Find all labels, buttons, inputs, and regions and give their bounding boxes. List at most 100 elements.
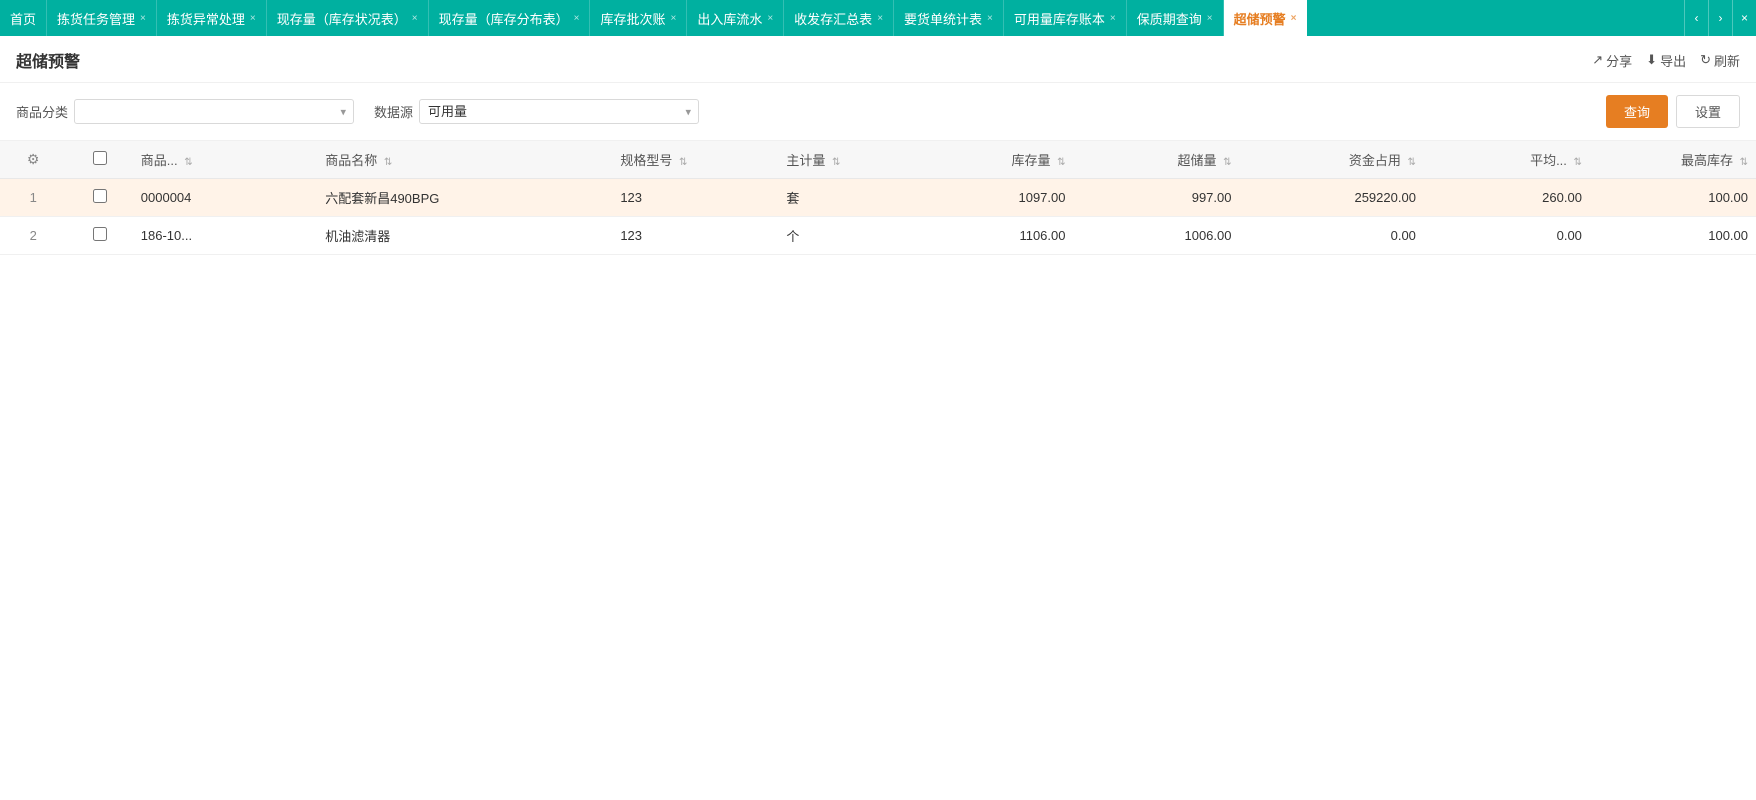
col-header-spec[interactable]: 规格型号 ⇅	[612, 141, 778, 179]
tab-req-stat[interactable]: 要货单统计表 ×	[894, 0, 1004, 36]
top-nav: 首页 拣货任务管理 × 拣货异常处理 × 现存量（库存状况表） × 现存量（库存…	[0, 0, 1756, 36]
table-row: 1 0000004 六配套新昌490BPG 123 套 1097.00 997.…	[0, 179, 1756, 217]
sort-icon: ⇅	[1223, 157, 1231, 168]
col-header-over[interactable]: 超储量 ⇅	[1073, 141, 1239, 179]
col-header-unit[interactable]: 主计量 ⇅	[778, 141, 907, 179]
row-capital: 0.00	[1239, 217, 1423, 255]
data-table: ⚙ 商品... ⇅ 商品名称 ⇅ 规格型号 ⇅	[0, 141, 1756, 255]
row-stock: 1106.00	[907, 217, 1073, 255]
row-avg: 0.00	[1424, 217, 1590, 255]
filter-category: 商品分类 ▾	[16, 99, 354, 124]
page-content: 超储预警 ↗ 分享 ⬇ 导出 ↻ 刷新 商品分类 ▾	[0, 36, 1756, 800]
tab-stock-dist[interactable]: 现存量（库存分布表） ×	[429, 0, 591, 36]
tab-task-mgmt[interactable]: 拣货任务管理 ×	[47, 0, 157, 36]
nav-next-button[interactable]: ›	[1708, 0, 1732, 36]
table-wrapper: ⚙ 商品... ⇅ 商品名称 ⇅ 规格型号 ⇅	[0, 141, 1756, 255]
row-index: 1	[0, 179, 66, 217]
row-over: 997.00	[1073, 179, 1239, 217]
datasource-select[interactable]: 可用量 库存量	[419, 99, 699, 124]
sort-icon: ⇅	[1408, 157, 1416, 168]
gear-icon: ⚙	[27, 151, 40, 167]
sort-icon: ⇅	[679, 157, 687, 168]
row-maxstock: 100.00	[1590, 179, 1756, 217]
row-checkbox[interactable]	[93, 189, 107, 203]
close-icon[interactable]: ×	[412, 13, 418, 24]
filter-datasource: 数据源 可用量 库存量 ▾	[374, 99, 699, 124]
tab-home[interactable]: 首页	[0, 0, 47, 36]
row-name: 六配套新昌490BPG	[317, 179, 612, 217]
close-icon[interactable]: ×	[767, 13, 773, 24]
tab-abnormal[interactable]: 拣货异常处理 ×	[157, 0, 267, 36]
select-all-checkbox[interactable]	[93, 151, 107, 165]
col-header-gear[interactable]: ⚙	[0, 141, 66, 179]
tab-stock-status[interactable]: 现存量（库存状况表） ×	[267, 0, 429, 36]
datasource-label: 数据源	[374, 102, 413, 121]
sort-icon: ⇅	[832, 157, 840, 168]
col-header-name[interactable]: 商品名称 ⇅	[317, 141, 612, 179]
sort-icon: ⇅	[384, 157, 392, 168]
col-header-avg[interactable]: 平均... ⇅	[1424, 141, 1590, 179]
nav-close-button[interactable]: ×	[1732, 0, 1756, 36]
tab-quality[interactable]: 保质期查询 ×	[1127, 0, 1224, 36]
category-select-wrapper: ▾	[74, 99, 354, 124]
close-icon[interactable]: ×	[670, 13, 676, 24]
row-spec: 123	[612, 217, 778, 255]
row-spec: 123	[612, 179, 778, 217]
category-label: 商品分类	[16, 102, 68, 121]
header-actions: ↗ 分享 ⬇ 导出 ↻ 刷新	[1592, 51, 1740, 70]
nav-prev-button[interactable]: ‹	[1684, 0, 1708, 36]
row-maxstock: 100.00	[1590, 217, 1756, 255]
query-button[interactable]: 查询	[1606, 95, 1668, 128]
tab-batch[interactable]: 库存批次账 ×	[590, 0, 687, 36]
close-icon[interactable]: ×	[140, 13, 146, 24]
refresh-action[interactable]: ↻ 刷新	[1700, 51, 1740, 70]
row-code: 0000004	[133, 179, 317, 217]
row-index: 2	[0, 217, 66, 255]
export-action[interactable]: ⬇ 导出	[1646, 51, 1686, 70]
close-icon[interactable]: ×	[877, 13, 883, 24]
row-checkbox[interactable]	[93, 227, 107, 241]
table-row: 2 186-10... 机油滤清器 123 个 1106.00 1006.00 …	[0, 217, 1756, 255]
table-header-row: ⚙ 商品... ⇅ 商品名称 ⇅ 规格型号 ⇅	[0, 141, 1756, 179]
refresh-icon: ↻	[1700, 52, 1711, 68]
close-icon[interactable]: ×	[1207, 13, 1213, 24]
row-code: 186-10...	[133, 217, 317, 255]
close-icon[interactable]: ×	[1110, 13, 1116, 24]
row-unit: 套	[778, 179, 907, 217]
filter-actions: 查询 设置	[1606, 95, 1740, 128]
page-title: 超储预警	[16, 48, 80, 72]
row-checkbox-cell[interactable]	[66, 217, 132, 255]
close-icon[interactable]: ×	[1291, 13, 1297, 24]
datasource-select-wrapper: 可用量 库存量 ▾	[419, 99, 699, 124]
sort-icon: ⇅	[1057, 157, 1065, 168]
row-name: 机油滤清器	[317, 217, 612, 255]
export-icon: ⬇	[1646, 52, 1657, 68]
row-stock: 1097.00	[907, 179, 1073, 217]
filter-area: 商品分类 ▾ 数据源 可用量 库存量 ▾ 查询 设置	[0, 83, 1756, 141]
tab-recv-summary[interactable]: 收发存汇总表 ×	[784, 0, 894, 36]
share-action[interactable]: ↗ 分享	[1592, 51, 1632, 70]
col-header-maxstock[interactable]: 最高库存 ⇅	[1590, 141, 1756, 179]
row-checkbox-cell[interactable]	[66, 179, 132, 217]
close-icon[interactable]: ×	[987, 13, 993, 24]
col-header-code[interactable]: 商品... ⇅	[133, 141, 317, 179]
nav-arrows: ‹ › ×	[1684, 0, 1756, 36]
tab-overstock[interactable]: 超储预警 ×	[1224, 0, 1308, 36]
sort-icon: ⇅	[1740, 157, 1748, 168]
sort-icon: ⇅	[1574, 157, 1582, 168]
tab-avail-stock[interactable]: 可用量库存账本 ×	[1004, 0, 1127, 36]
row-over: 1006.00	[1073, 217, 1239, 255]
tab-inout-flow[interactable]: 出入库流水 ×	[687, 0, 784, 36]
col-header-stock[interactable]: 库存量 ⇅	[907, 141, 1073, 179]
page-header: 超储预警 ↗ 分享 ⬇ 导出 ↻ 刷新	[0, 36, 1756, 83]
close-icon[interactable]: ×	[574, 13, 580, 24]
share-icon: ↗	[1592, 52, 1603, 68]
row-unit: 个	[778, 217, 907, 255]
col-header-check[interactable]	[66, 141, 132, 179]
sort-icon: ⇅	[184, 157, 192, 168]
category-select[interactable]	[74, 99, 354, 124]
close-icon[interactable]: ×	[250, 13, 256, 24]
col-header-capital[interactable]: 资金占用 ⇅	[1239, 141, 1423, 179]
settings-button[interactable]: 设置	[1676, 95, 1740, 128]
row-capital: 259220.00	[1239, 179, 1423, 217]
